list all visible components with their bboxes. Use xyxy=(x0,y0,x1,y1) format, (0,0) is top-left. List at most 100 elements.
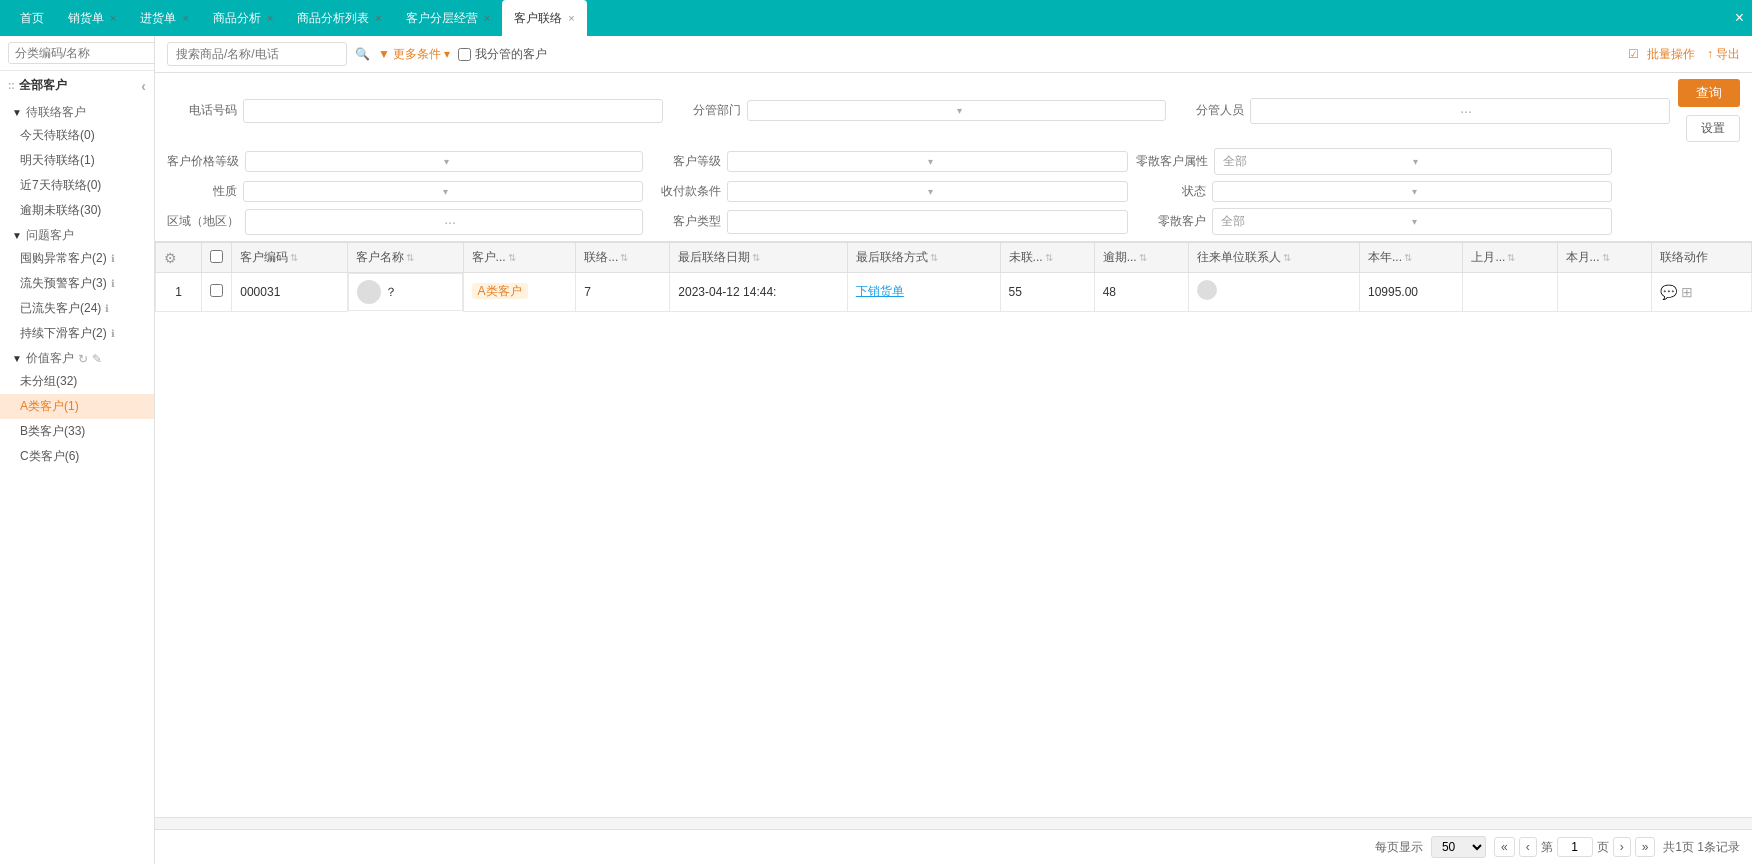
per-page-select[interactable]: 50 100 200 xyxy=(1431,836,1486,858)
col-gear[interactable]: ⚙ xyxy=(156,243,202,273)
nav-home[interactable]: 首页 xyxy=(8,0,56,36)
customer-type-tag: A类客户 xyxy=(472,283,528,299)
filter-phone: 电话号码 xyxy=(167,99,663,123)
filter-dept-select[interactable]: ▾ xyxy=(747,100,1167,121)
sort-no-contact-icon[interactable]: ⇅ xyxy=(1045,252,1053,263)
row-checkbox[interactable] xyxy=(210,284,223,297)
col-contact-person: 往来单位联系人⇅ xyxy=(1188,243,1359,273)
query-btn[interactable]: 查询 xyxy=(1678,79,1740,107)
filter-more-btn[interactable]: ▼ 更多条件 ▾ xyxy=(378,46,450,63)
filter-nature-select[interactable]: ▾ xyxy=(243,181,643,202)
sort-year-icon[interactable]: ⇅ xyxy=(1404,252,1412,263)
nav-purchase-close[interactable]: × xyxy=(182,12,188,24)
first-page-btn[interactable]: « xyxy=(1494,837,1515,857)
filter-region-select[interactable]: ··· xyxy=(245,209,643,235)
sidebar-all-customers-header[interactable]: :: 全部客户 ‹ xyxy=(0,71,154,100)
nav-sales[interactable]: 销货单 × xyxy=(56,0,128,36)
settings-btn[interactable]: 设置 xyxy=(1686,115,1740,142)
prev-page-btn[interactable]: ‹ xyxy=(1519,837,1537,857)
sort-code-icon[interactable]: ⇅ xyxy=(290,252,298,263)
sort-date-icon[interactable]: ⇅ xyxy=(752,252,760,263)
sidebar-item-overdue-pending[interactable]: 逾期未联络(30) xyxy=(0,198,154,223)
filter-my-customers-label[interactable]: 我分管的客户 xyxy=(458,46,547,63)
value-group-refresh[interactable]: ↻ xyxy=(78,352,88,366)
row-this-year: 10995.00 xyxy=(1359,273,1462,312)
sidebar-item-ungrouped[interactable]: 未分组(32) xyxy=(0,369,154,394)
col-contact: 联络...⇅ xyxy=(576,243,670,273)
nav-analysis[interactable]: 商品分析 × xyxy=(201,0,285,36)
sidebar-item-churned[interactable]: 已流失客户(24) ℹ xyxy=(0,296,154,321)
grid-icon[interactable]: ⊞ xyxy=(1681,284,1693,300)
batch-op-btn[interactable]: ☑ 批量操作 xyxy=(1628,46,1695,63)
filter-status-select[interactable]: ▾ xyxy=(1212,181,1612,202)
horizontal-scrollbar[interactable] xyxy=(155,817,1752,829)
last-page-btn[interactable]: » xyxy=(1635,837,1656,857)
gear-icon[interactable]: ⚙ xyxy=(164,250,177,266)
sort-lm-icon[interactable]: ⇅ xyxy=(1507,252,1515,263)
window-close-btn[interactable]: × xyxy=(1735,9,1744,27)
sidebar-item-churn-warning[interactable]: 流失预警客户(3) ℹ xyxy=(0,271,154,296)
export-btn[interactable]: ↑ 导出 xyxy=(1707,46,1740,63)
filter-payment-select[interactable]: ▾ xyxy=(727,181,1127,202)
filter-person-dots[interactable]: ··· xyxy=(1460,103,1661,119)
nav-customer-segment[interactable]: 客户分层经营 × xyxy=(394,0,502,36)
sort-overdue-icon[interactable]: ⇅ xyxy=(1139,252,1147,263)
sort-type-icon[interactable]: ⇅ xyxy=(508,252,516,263)
nav-segment-close[interactable]: × xyxy=(484,12,490,24)
nav-analysis-list-close[interactable]: × xyxy=(375,12,381,24)
sort-method-icon[interactable]: ⇅ xyxy=(930,252,938,263)
sidebar-item-class-c[interactable]: C类客户(6) xyxy=(0,444,154,469)
nav-customer-contact[interactable]: 客户联络 × xyxy=(502,0,586,36)
sidebar-group-pending[interactable]: ▼ 待联络客户 xyxy=(0,100,154,123)
chat-icon[interactable]: 💬 xyxy=(1660,284,1677,300)
select-all-checkbox[interactable] xyxy=(210,250,223,263)
nav-analysis-close[interactable]: × xyxy=(267,12,273,24)
filter-person-select[interactable]: ··· xyxy=(1250,98,1670,124)
nav-sales-close[interactable]: × xyxy=(110,12,116,24)
row-action: 💬 ⊞ xyxy=(1651,273,1751,312)
sidebar-item-today-pending[interactable]: 今天待联络(0) xyxy=(0,123,154,148)
sidebar-item-tomorrow-pending[interactable]: 明天待联络(1) xyxy=(0,148,154,173)
sidebar-item-hoarding[interactable]: 囤购异常客户(2) ℹ xyxy=(0,246,154,271)
sidebar-group-value[interactable]: ▼ 价值客户 ↻ ✎ xyxy=(0,346,154,369)
row-name: ？ xyxy=(348,273,463,311)
data-table: ⚙ 客户编码⇅ 客户名称⇅ 客户...⇅ 联络...⇅ 最后联络日期⇅ 最后联络… xyxy=(155,242,1752,312)
sidebar-group-problem[interactable]: ▼ 问题客户 xyxy=(0,223,154,246)
sort-cp-icon[interactable]: ⇅ xyxy=(1283,252,1291,263)
filter-retail-attr-select[interactable]: 全部 ▾ xyxy=(1214,148,1612,175)
info-icon-3: ℹ xyxy=(105,303,109,314)
sidebar-item-declining[interactable]: 持续下滑客户(2) ℹ xyxy=(0,321,154,346)
col-checkbox xyxy=(202,243,232,273)
value-group-edit[interactable]: ✎ xyxy=(92,352,102,366)
nav-contact-close[interactable]: × xyxy=(568,12,574,24)
sidebar-item-class-a[interactable]: A类客户(1) xyxy=(0,394,154,419)
sidebar-collapse-icon[interactable]: ‹ xyxy=(141,78,146,94)
page-num-input[interactable] xyxy=(1557,837,1593,857)
filter-search-input[interactable] xyxy=(167,42,347,66)
nav-purchase[interactable]: 进货单 × xyxy=(128,0,200,36)
filter-search-icon[interactable]: 🔍 xyxy=(355,47,370,61)
filter-status-label: 状态 xyxy=(1136,183,1206,200)
filter-customer-level-select[interactable]: ▾ xyxy=(727,151,1127,172)
sort-contact-icon[interactable]: ⇅ xyxy=(620,252,628,263)
filter-retail-select[interactable]: 全部 ▾ xyxy=(1212,208,1612,235)
sort-tm-icon[interactable]: ⇅ xyxy=(1602,252,1610,263)
sidebar-item-7day-pending[interactable]: 近7天待联络(0) xyxy=(0,173,154,198)
filter-price-level-select[interactable]: ▾ xyxy=(245,151,643,172)
filter-more-arrow: ▾ xyxy=(444,47,450,61)
sidebar-search-input[interactable] xyxy=(8,42,155,64)
info-icon-1: ℹ xyxy=(111,253,115,264)
filter-price-level-label: 客户价格等级 xyxy=(167,153,239,170)
filter-customer-type-input[interactable] xyxy=(727,210,1127,234)
nav-analysis-list[interactable]: 商品分析列表 × xyxy=(285,0,393,36)
filter-phone-input[interactable] xyxy=(243,99,663,123)
sidebar-item-class-b[interactable]: B类客户(33) xyxy=(0,419,154,444)
sidebar-group-pending-triangle: ▼ xyxy=(12,107,22,118)
last-method-link[interactable]: 下销货单 xyxy=(856,284,904,298)
export-icon: ↑ xyxy=(1707,47,1713,61)
filter-region-dots[interactable]: ··· xyxy=(444,214,634,230)
filter-payment: 收付款条件 ▾ xyxy=(651,181,1127,202)
next-page-btn[interactable]: › xyxy=(1613,837,1631,857)
sort-name-icon[interactable]: ⇅ xyxy=(406,252,414,263)
filter-my-customers-checkbox[interactable] xyxy=(458,48,471,61)
